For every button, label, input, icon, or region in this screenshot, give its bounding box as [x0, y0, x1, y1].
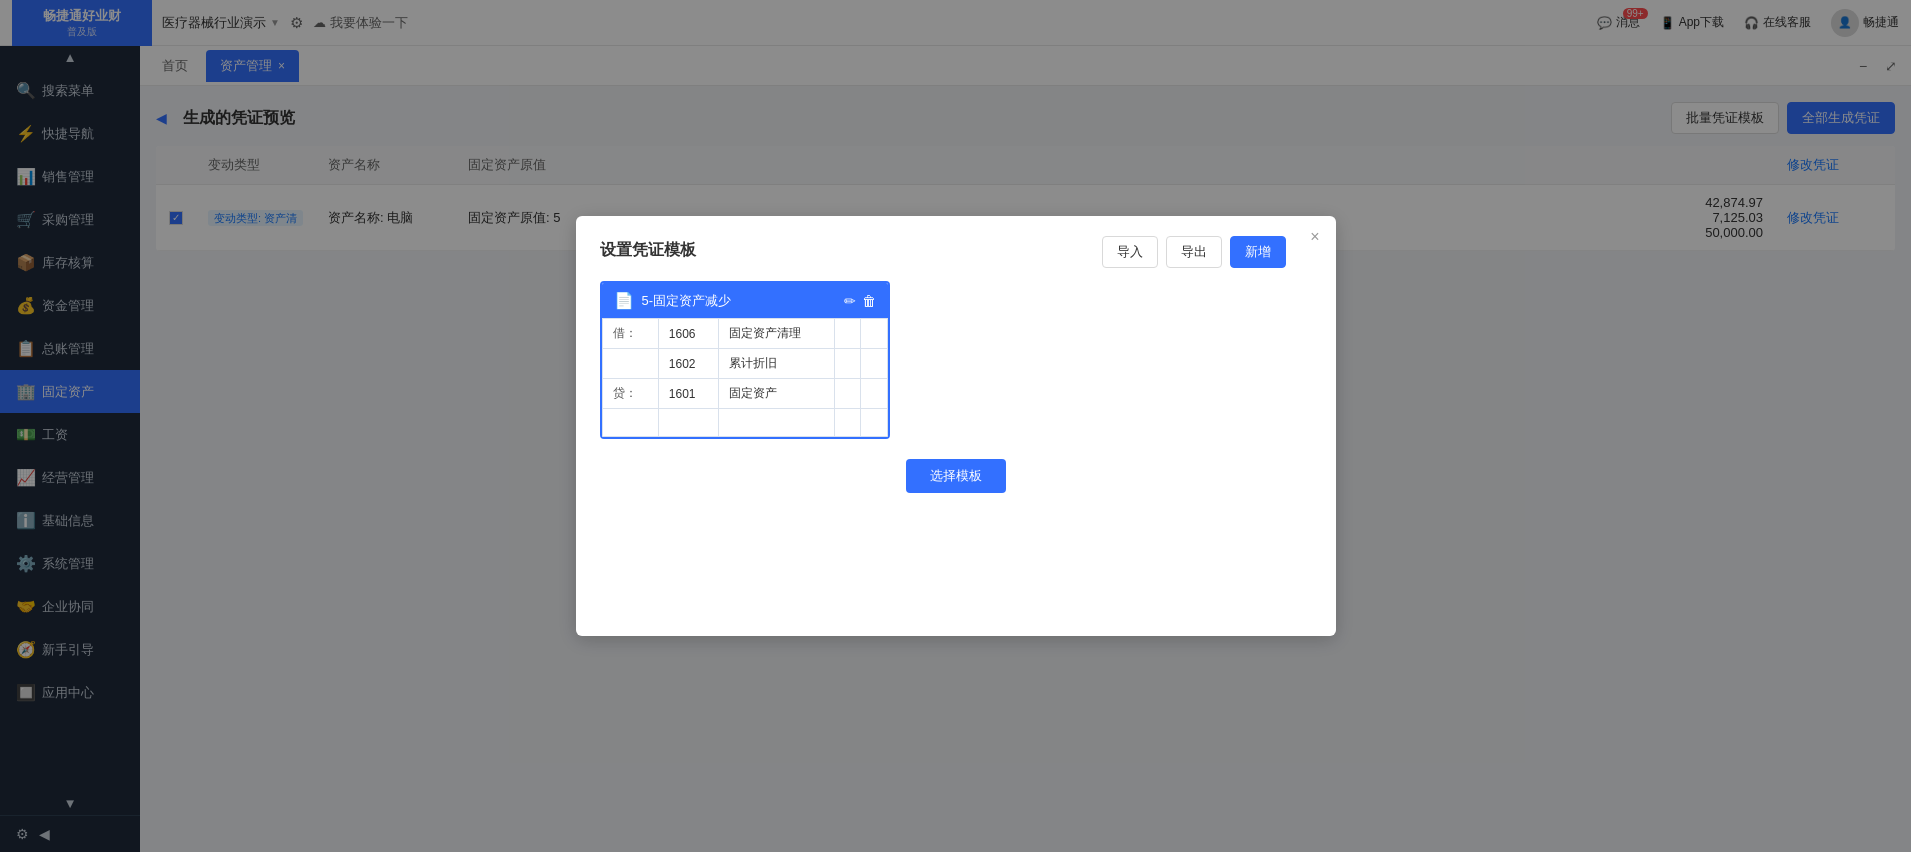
entry-type-1: [602, 349, 658, 379]
entry-credit-2: [861, 379, 887, 409]
template-entry-row-2: 贷： 1601 固定资产: [602, 379, 887, 409]
entry-code-3: [658, 409, 718, 437]
entry-type-3: [602, 409, 658, 437]
entry-type-0: 借：: [602, 319, 658, 349]
entry-name-1: 累计折旧: [718, 349, 834, 379]
modal-toolbar: 导入 导出 新增: [1102, 236, 1286, 268]
template-card-actions: ✏ 🗑: [844, 293, 876, 309]
entry-debit-2: [834, 379, 860, 409]
entry-credit-1: [861, 349, 887, 379]
document-icon: 📄: [614, 291, 634, 310]
template-entries-table: 借： 1606 固定资产清理 1602 累计折旧: [602, 318, 888, 437]
template-entry-row-3: [602, 409, 887, 437]
import-button[interactable]: 导入: [1102, 236, 1158, 268]
content-area: 首页 资产管理 × − ⤢ ◀ 生成的凭证预览: [140, 46, 1911, 852]
export-button[interactable]: 导出: [1166, 236, 1222, 268]
template-card-header: 📄 5-固定资产减少 ✏ 🗑: [602, 283, 888, 318]
template-entry-row-1: 1602 累计折旧: [602, 349, 887, 379]
entry-debit-1: [834, 349, 860, 379]
new-button[interactable]: 新增: [1230, 236, 1286, 268]
entry-code-0: 1606: [658, 319, 718, 349]
modal-dialog: 设置凭证模板 导入 导出 新增 × 📄 5-固定资产减少: [576, 216, 1336, 636]
entry-name-2: 固定资产: [718, 379, 834, 409]
edit-icon[interactable]: ✏: [844, 293, 856, 309]
entry-debit-0: [834, 319, 860, 349]
entry-credit-3: [861, 409, 887, 437]
entry-code-1: 1602: [658, 349, 718, 379]
delete-icon[interactable]: 🗑: [862, 293, 876, 309]
entry-type-2: 贷：: [602, 379, 658, 409]
modal-close-button[interactable]: ×: [1310, 228, 1319, 246]
template-card-title: 5-固定资产减少: [642, 292, 836, 310]
entry-code-2: 1601: [658, 379, 718, 409]
template-card: 📄 5-固定资产减少 ✏ 🗑 借： 1606: [600, 281, 890, 439]
select-template-button[interactable]: 选择模板: [906, 459, 1006, 493]
entry-name-3: [718, 409, 834, 437]
page-content: ◀ 生成的凭证预览 批量凭证模板 全部生成凭证 变动类型 资产名称: [140, 86, 1911, 852]
template-entry-row-0: 借： 1606 固定资产清理: [602, 319, 887, 349]
entry-name-0: 固定资产清理: [718, 319, 834, 349]
entry-debit-3: [834, 409, 860, 437]
modal-overlay: 设置凭证模板 导入 导出 新增 × 📄 5-固定资产减少: [140, 86, 1911, 852]
entry-credit-0: [861, 319, 887, 349]
